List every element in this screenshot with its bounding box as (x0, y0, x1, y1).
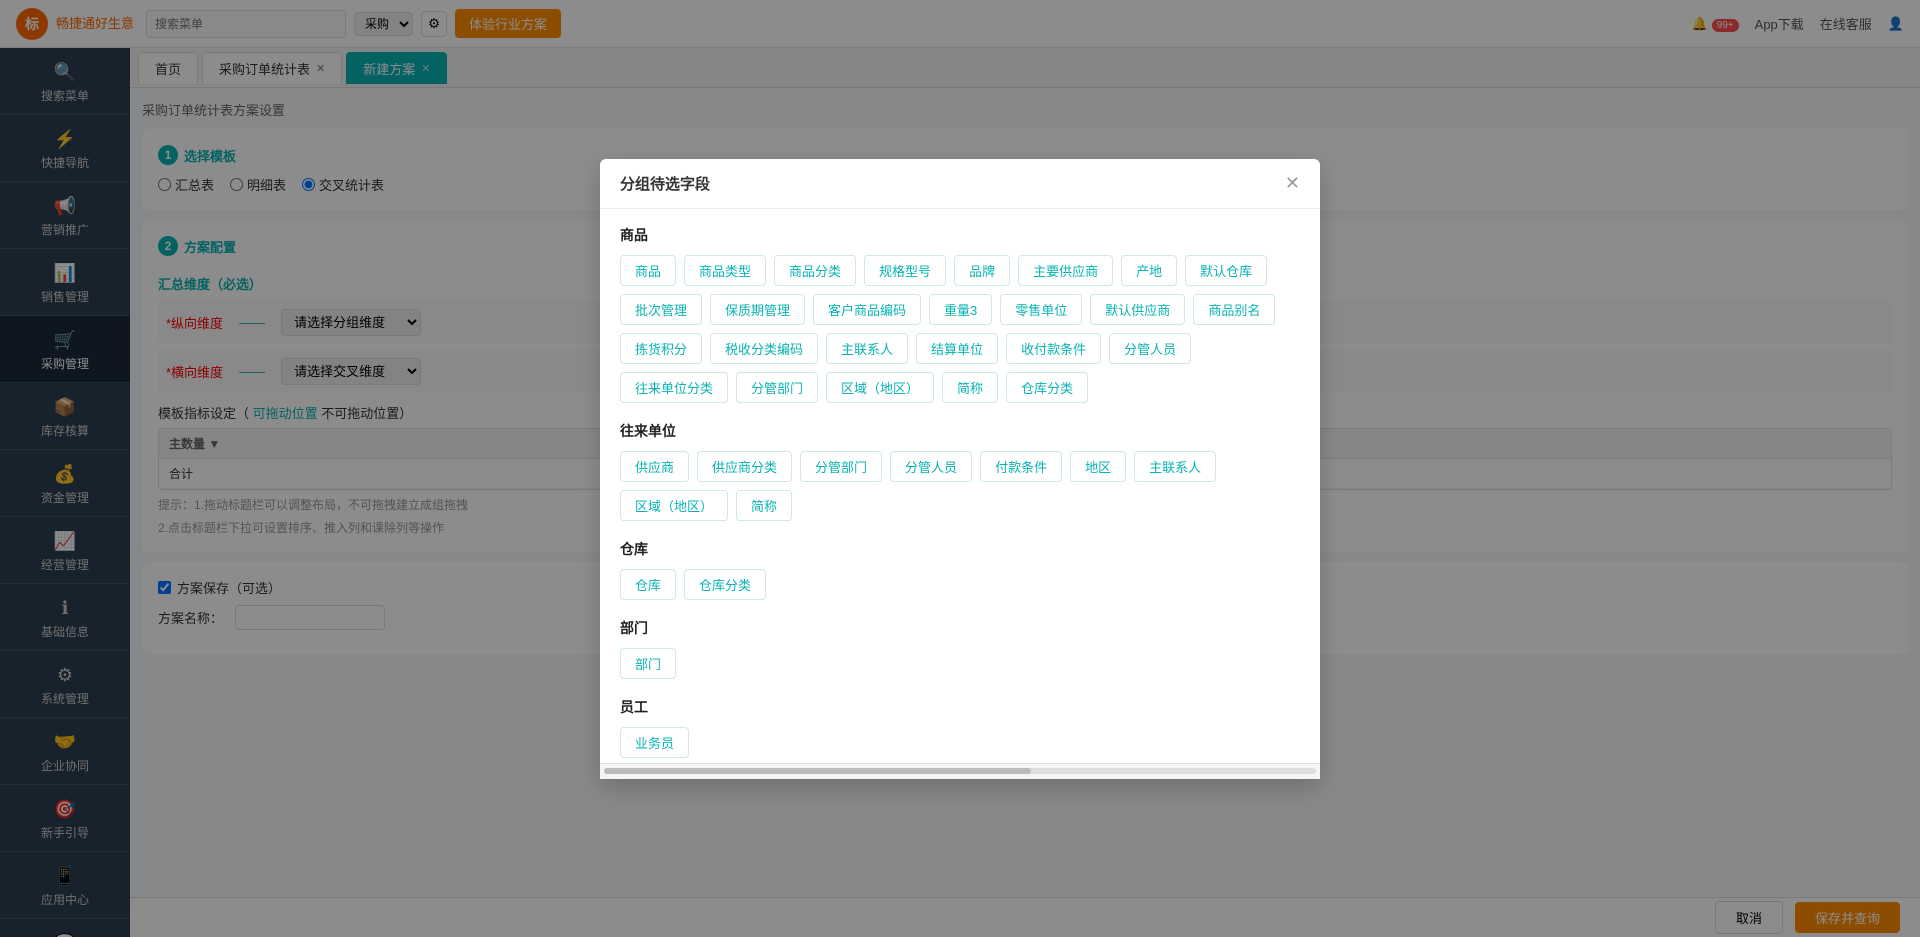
modal-close-button[interactable]: ✕ (1285, 173, 1300, 194)
field-group-title-department: 部门 (620, 618, 1300, 638)
chip-expiry-mgmt[interactable]: 保质期管理 (710, 294, 805, 325)
chip-abbr[interactable]: 简称 (942, 372, 998, 403)
chip-product-type[interactable]: 商品类型 (684, 255, 766, 286)
chip-abbr-partner[interactable]: 简称 (736, 490, 792, 521)
chip-origin[interactable]: 产地 (1121, 255, 1177, 286)
chip-main-contact-partner[interactable]: 主联系人 (1134, 451, 1216, 482)
field-chips-product: 商品 商品类型 商品分类 规格型号 品牌 主要供应商 产地 默认仓库 批次管理 … (620, 255, 1300, 403)
chip-product[interactable]: 商品 (620, 255, 676, 286)
chip-region[interactable]: 区域（地区） (826, 372, 934, 403)
chip-department[interactable]: 部门 (620, 648, 676, 679)
chip-payment-terms[interactable]: 收付款条件 (1006, 333, 1101, 364)
chip-supplier-category[interactable]: 供应商分类 (697, 451, 792, 482)
chip-retail-unit[interactable]: 零售单位 (1000, 294, 1082, 325)
modal-dialog: 分组待选字段 ✕ 商品 商品 商品类型 商品分类 规格型号 品牌 主要供应商 产… (600, 159, 1320, 779)
chip-brand[interactable]: 品牌 (954, 255, 1010, 286)
chip-tax-code[interactable]: 税收分类编码 (710, 333, 818, 364)
chip-product-alias[interactable]: 商品别名 (1193, 294, 1275, 325)
chip-batch-mgmt[interactable]: 批次管理 (620, 294, 702, 325)
chip-main-contact[interactable]: 主联系人 (826, 333, 908, 364)
field-group-title-warehouse: 仓库 (620, 539, 1300, 559)
chip-product-category[interactable]: 商品分类 (774, 255, 856, 286)
modal-scrollbar[interactable] (604, 768, 1316, 774)
field-chips-department: 部门 (620, 648, 1300, 679)
chip-default-supplier[interactable]: 默认供应商 (1090, 294, 1185, 325)
field-group-staff: 员工 业务员 (620, 697, 1300, 758)
chip-partner-category[interactable]: 往来单位分类 (620, 372, 728, 403)
chip-weight[interactable]: 重量3 (929, 294, 992, 325)
chip-default-warehouse[interactable]: 默认仓库 (1185, 255, 1267, 286)
chip-pick-points[interactable]: 拣货积分 (620, 333, 702, 364)
chip-region-partner[interactable]: 区域（地区） (620, 490, 728, 521)
field-group-title-product: 商品 (620, 225, 1300, 245)
chip-person-in-charge[interactable]: 分管人员 (1109, 333, 1191, 364)
chip-settlement-unit[interactable]: 结算单位 (916, 333, 998, 364)
field-chips-warehouse: 仓库 仓库分类 (620, 569, 1300, 600)
field-group-partner: 往来单位 供应商 供应商分类 分管部门 分管人员 付款条件 地区 主联系人 区域… (620, 421, 1300, 521)
field-group-title-staff: 员工 (620, 697, 1300, 717)
modal-title: 分组待选字段 (620, 173, 710, 194)
field-group-title-partner: 往来单位 (620, 421, 1300, 441)
chip-salesperson[interactable]: 业务员 (620, 727, 689, 758)
chip-main-supplier[interactable]: 主要供应商 (1018, 255, 1113, 286)
field-group-department: 部门 部门 (620, 618, 1300, 679)
chip-warehouse-category[interactable]: 仓库分类 (1006, 372, 1088, 403)
chip-payment-condition[interactable]: 付款条件 (980, 451, 1062, 482)
modal-body[interactable]: 商品 商品 商品类型 商品分类 规格型号 品牌 主要供应商 产地 默认仓库 批次… (600, 209, 1320, 764)
chip-spec-model[interactable]: 规格型号 (864, 255, 946, 286)
chip-customer-code[interactable]: 客户商品编码 (813, 294, 921, 325)
modal-scrollbar-row (600, 763, 1320, 778)
chip-warehouse-cat[interactable]: 仓库分类 (684, 569, 766, 600)
chip-partner-person[interactable]: 分管人员 (890, 451, 972, 482)
chip-partner-dept[interactable]: 分管部门 (800, 451, 882, 482)
chip-warehouse[interactable]: 仓库 (620, 569, 676, 600)
field-chips-staff: 业务员 (620, 727, 1300, 758)
modal-overlay: 分组待选字段 ✕ 商品 商品 商品类型 商品分类 规格型号 品牌 主要供应商 产… (0, 0, 1920, 937)
field-group-warehouse: 仓库 仓库 仓库分类 (620, 539, 1300, 600)
modal-header: 分组待选字段 ✕ (600, 159, 1320, 209)
chip-supplier[interactable]: 供应商 (620, 451, 689, 482)
field-chips-partner: 供应商 供应商分类 分管部门 分管人员 付款条件 地区 主联系人 区域（地区） … (620, 451, 1300, 521)
field-group-product: 商品 商品 商品类型 商品分类 规格型号 品牌 主要供应商 产地 默认仓库 批次… (620, 225, 1300, 403)
chip-area[interactable]: 地区 (1070, 451, 1126, 482)
chip-dept[interactable]: 分管部门 (736, 372, 818, 403)
